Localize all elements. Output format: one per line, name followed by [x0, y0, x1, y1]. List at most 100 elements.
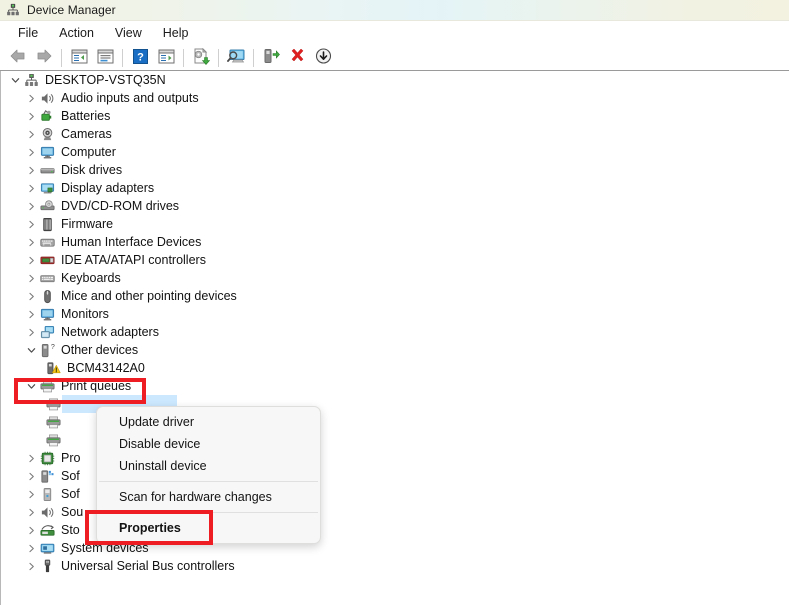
chevron-right-icon[interactable]: [23, 503, 39, 521]
tree-node-label: Pro: [61, 451, 81, 465]
tree-node-other-devices[interactable]: ? Other devices: [1, 341, 789, 359]
tree-node-disk-drives[interactable]: Disk drives: [1, 161, 789, 179]
tree-node-firmware[interactable]: Firmware: [1, 215, 789, 233]
toolbar-separator: [183, 48, 184, 67]
menu-file[interactable]: File: [8, 23, 49, 43]
tree-node-human-interface-devices[interactable]: Human Interface Devices: [1, 233, 789, 251]
chevron-right-icon[interactable]: [23, 233, 39, 251]
chevron-right-icon[interactable]: [23, 557, 39, 575]
tree-node-bcm43142a0[interactable]: BCM43142A0: [1, 359, 789, 377]
toolbar-separator: [122, 48, 123, 67]
enable-device-button[interactable]: [258, 46, 284, 70]
tree-node-monitors[interactable]: Monitors: [1, 305, 789, 323]
toolbar-separator: [61, 48, 62, 67]
chevron-right-icon[interactable]: [23, 197, 39, 215]
properties-toolbar-button[interactable]: [92, 46, 118, 70]
battery-icon: [39, 108, 56, 125]
menu-help[interactable]: Help: [153, 23, 200, 43]
tree-node-batteries[interactable]: Batteries: [1, 107, 789, 125]
tree-node-label: Audio inputs and outputs: [61, 91, 199, 105]
mouse-icon: [39, 288, 56, 305]
tree-node-computer[interactable]: Computer: [1, 143, 789, 161]
tree-node-dvd-cd-rom-drives[interactable]: DVD/CD-ROM drives: [1, 197, 789, 215]
software-device-icon: [39, 468, 56, 485]
view-details-button[interactable]: [153, 46, 179, 70]
tree-node-label: Monitors: [61, 307, 109, 321]
printer-icon: [45, 414, 62, 431]
tree-node-network-adapters[interactable]: Network adapters: [1, 323, 789, 341]
software-component-icon: [39, 486, 56, 503]
forward-icon: [35, 48, 53, 67]
other-device-icon: ?: [39, 342, 56, 359]
back-button[interactable]: [5, 46, 31, 70]
context-menu-item-properties[interactable]: Properties: [97, 517, 320, 539]
tree-node-print-queues[interactable]: Print queues: [1, 377, 789, 395]
monitor-icon: [39, 306, 56, 323]
scan-for-hardware-changes-button[interactable]: [223, 46, 249, 70]
computer-root-icon: [23, 72, 40, 89]
chevron-right-icon[interactable]: [23, 323, 39, 341]
tree-node-audio-inputs-and-outputs[interactable]: Audio inputs and outputs: [1, 89, 789, 107]
tree-node-ide-ata-atapi-controllers[interactable]: IDE ATA/ATAPI controllers: [1, 251, 789, 269]
dvd-drive-icon: [39, 198, 56, 215]
help-button[interactable]: ?: [127, 46, 153, 70]
tree-node-keyboards[interactable]: Keyboards: [1, 269, 789, 287]
tree-node-label: Sou: [61, 505, 84, 519]
chevron-right-icon[interactable]: [23, 179, 39, 197]
disable-device-button[interactable]: [310, 46, 336, 70]
chevron-right-icon[interactable]: [23, 125, 39, 143]
chevron-right-icon[interactable]: [23, 467, 39, 485]
tree-node-display-adapters[interactable]: Display adapters: [1, 179, 789, 197]
uninstall-device-icon: [289, 48, 306, 67]
chevron-right-icon[interactable]: [23, 449, 39, 467]
printer-icon: [39, 378, 56, 395]
chevron-down-icon[interactable]: [7, 71, 23, 89]
tree-node-desktop-root[interactable]: DESKTOP-VSTQ35N: [1, 71, 789, 89]
update-driver-icon: [192, 47, 211, 68]
menu-action[interactable]: Action: [49, 23, 105, 43]
chevron-right-icon[interactable]: [23, 485, 39, 503]
tree-node-universal-serial-bus-controllers[interactable]: Universal Serial Bus controllers: [1, 557, 789, 575]
chevron-right-icon[interactable]: [23, 215, 39, 233]
update-driver-button[interactable]: [188, 46, 214, 70]
chevron-right-icon[interactable]: [23, 89, 39, 107]
tree-node-label: Mice and other pointing devices: [61, 289, 237, 303]
chevron-right-icon[interactable]: [23, 251, 39, 269]
context-menu-item-scan-for-hardware-changes[interactable]: Scan for hardware changes: [97, 486, 320, 508]
keyboard-icon: [39, 270, 56, 287]
chevron-right-icon[interactable]: [23, 287, 39, 305]
context-menu-item-disable-device[interactable]: Disable device: [97, 433, 320, 455]
show-hide-console-tree-button[interactable]: [66, 46, 92, 70]
scan-for-hardware-changes-icon: [226, 48, 246, 67]
context-menu-item-uninstall-device[interactable]: Uninstall device: [97, 455, 320, 477]
chevron-right-icon[interactable]: [23, 521, 39, 539]
chevron-down-icon[interactable]: [23, 377, 39, 395]
tree-node-cameras[interactable]: Cameras: [1, 125, 789, 143]
chevron-down-icon[interactable]: [23, 341, 39, 359]
system-device-icon: [39, 540, 56, 557]
tree-node-label: Universal Serial Bus controllers: [61, 559, 235, 573]
show-hide-console-tree-icon: [71, 49, 88, 67]
chevron-right-icon[interactable]: [23, 305, 39, 323]
usb-icon: [39, 558, 56, 575]
camera-icon: [39, 126, 56, 143]
chevron-right-icon[interactable]: [23, 269, 39, 287]
menu-view[interactable]: View: [105, 23, 153, 43]
tree-node-label: BCM43142A0: [67, 361, 145, 375]
chevron-right-icon[interactable]: [23, 539, 39, 557]
forward-button[interactable]: [31, 46, 57, 70]
tree-node-label: Sto: [61, 523, 80, 537]
chevron-right-icon[interactable]: [23, 161, 39, 179]
chevron-right-icon[interactable]: [23, 107, 39, 125]
tree-node-label: Print queues: [61, 379, 132, 393]
svg-text:?: ?: [51, 343, 55, 351]
monitor-icon: [39, 144, 56, 161]
context-menu-item-update-driver[interactable]: Update driver: [97, 411, 320, 433]
toolbar: ?: [0, 45, 789, 71]
disk-drive-icon: [39, 162, 56, 179]
tree-node-label: Computer: [61, 145, 116, 159]
uninstall-device-button[interactable]: [284, 46, 310, 70]
tree-node-mice-and-other-pointing-devices[interactable]: Mice and other pointing devices: [1, 287, 789, 305]
context-menu[interactable]: Update driver Disable device Uninstall d…: [96, 406, 321, 544]
chevron-right-icon[interactable]: [23, 143, 39, 161]
